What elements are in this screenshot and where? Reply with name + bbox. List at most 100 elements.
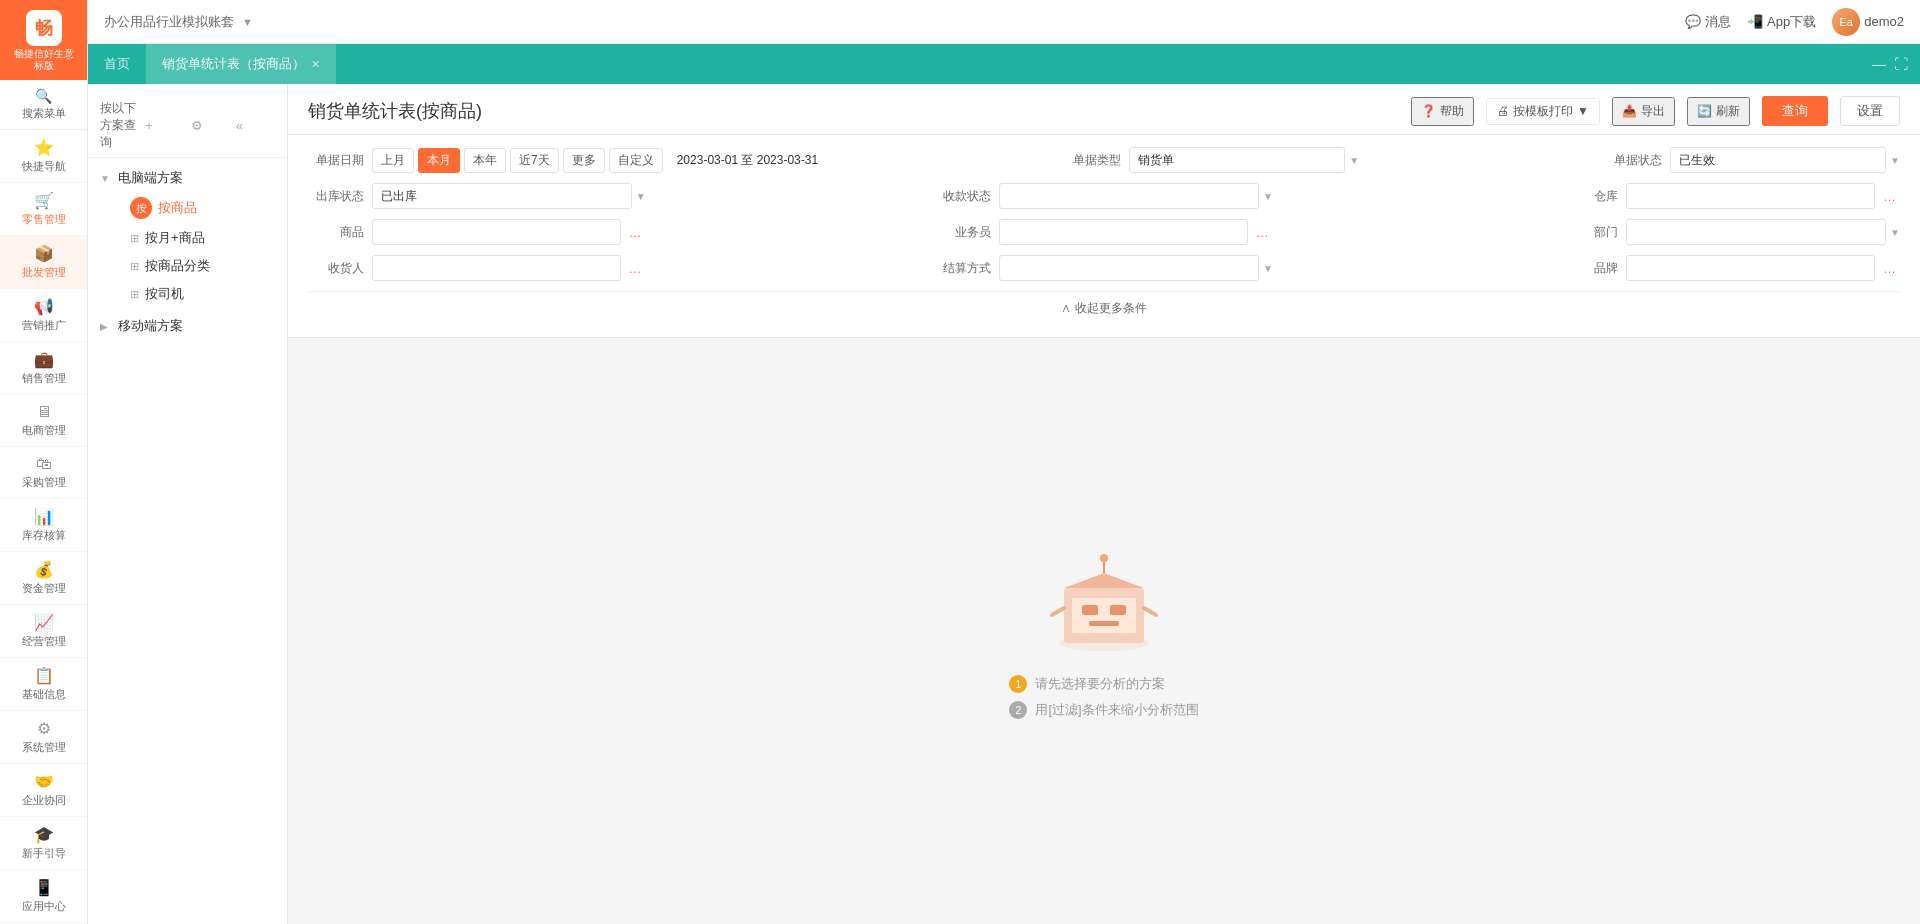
date-btn-lastmonth[interactable]: 上月 (372, 148, 414, 173)
staff-input[interactable] (999, 219, 1248, 245)
print-icon: 🖨 (1497, 104, 1509, 118)
svg-marker-2 (1064, 573, 1144, 588)
sidebar-item-marketing[interactable]: 📢 营销推广 (0, 289, 87, 342)
export-btn[interactable]: 📤 导出 (1612, 97, 1675, 126)
help-btn[interactable]: ❓ 帮助 (1411, 97, 1474, 126)
page-title: 销货单统计表(按商品) (308, 99, 482, 123)
empty-state: 1 请先选择要分析的方案 2 用[过滤]条件来缩小分析范围 (288, 338, 1920, 924)
tab-minimize-icon[interactable]: — (1872, 56, 1886, 72)
date-btn-7days[interactable]: 近7天 (510, 148, 559, 173)
tree-item-by-goods[interactable]: 按 按商品 (88, 192, 287, 224)
add-scheme-icon[interactable]: + (145, 118, 184, 133)
payment-input[interactable] (999, 255, 1259, 281)
dept-input[interactable] (1626, 219, 1886, 245)
sidebar-item-newbie[interactable]: 🎓 新手引导 (0, 817, 87, 870)
industry-label: 办公用品行业模拟账套 (104, 13, 234, 31)
payment-label: 结算方式 (935, 260, 991, 277)
date-btn-thismonth[interactable]: 本月 (418, 148, 460, 173)
industry-dropdown-icon[interactable]: ▼ (242, 16, 253, 28)
page-actions: ❓ 帮助 🖨 按模板打印 ▼ 📤 导出 🔄 刷新 (1411, 96, 1900, 126)
sidebar: 畅 畅捷信好生意 标版 🔍 搜索菜单 ⭐ 快捷导航 🛒 零售管理 📦 批发管理 … (0, 0, 88, 924)
step-num-1: 1 (1009, 675, 1027, 693)
search-menu[interactable]: 🔍 搜索菜单 (0, 80, 87, 130)
topbar-right: 💬 消息 📲 App下载 Ea demo2 (1685, 8, 1904, 36)
doc-status-input[interactable] (1670, 147, 1887, 173)
collapse-panel-icon[interactable]: « (236, 118, 275, 133)
out-status-dropdown-icon[interactable]: ▼ (636, 191, 646, 202)
filter-row-1: 单据日期 上月 本月 本年 近7天 更多 自定义 2023-03-01 至 20… (308, 147, 1900, 173)
date-btn-more[interactable]: 更多 (563, 148, 605, 173)
goods-input[interactable] (372, 219, 621, 245)
sidebar-item-finance[interactable]: 💰 资金管理 (0, 552, 87, 605)
sidebar-item-wholesale[interactable]: 📦 批发管理 (0, 236, 87, 289)
filter-row-2: 出库状态 ▼ 收款状态 ▼ 仓库 … (308, 183, 1900, 209)
out-status-input[interactable] (372, 183, 632, 209)
message-btn[interactable]: 💬 消息 (1685, 13, 1731, 31)
tree-mobile-section[interactable]: ▶ 移动端方案 (88, 312, 287, 340)
settings-btn[interactable]: 设置 (1840, 96, 1900, 126)
topbar: 办公用品行业模拟账套 ▼ 💬 消息 📲 App下载 Ea demo2 (88, 0, 1920, 44)
doc-type-dropdown-icon[interactable]: ▼ (1349, 155, 1359, 166)
app-logo: 畅 畅捷信好生意 标版 (0, 0, 88, 80)
receiver-input[interactable] (372, 255, 621, 281)
sidebar-item-enterprise[interactable]: 🤝 企业协同 (0, 764, 87, 817)
goods-more-icon[interactable]: … (625, 225, 646, 240)
tab-sales-stat[interactable]: 销货单统计表（按商品） ✕ (146, 44, 336, 84)
mobile-section-toggle: ▶ (100, 321, 112, 332)
query-btn[interactable]: 查询 (1762, 96, 1828, 126)
refresh-btn[interactable]: 🔄 刷新 (1687, 97, 1750, 126)
tabbar-actions: — ⛶ (1860, 44, 1920, 84)
doc-status-dropdown-icon[interactable]: ▼ (1890, 155, 1900, 166)
sidebar-item-system[interactable]: ⚙ 系统管理 (0, 711, 87, 764)
tab-home[interactable]: 首页 (88, 44, 146, 84)
filter-area: 单据日期 上月 本月 本年 近7天 更多 自定义 2023-03-01 至 20… (288, 135, 1920, 338)
active-scheme-dot: 按 (130, 197, 152, 219)
left-panel: 按以下方案查询 + ⚙ « ▼ 电脑端方案 按 按商品 ⊞ 按月+商品 (88, 84, 288, 924)
sidebar-item-sales[interactable]: 💼 销售管理 (0, 342, 87, 395)
user-avatar: Ea (1832, 8, 1860, 36)
sidebar-item-ecom[interactable]: 🖥 电商管理 (0, 395, 87, 447)
sidebar-item-basic[interactable]: 📋 基础信息 (0, 658, 87, 711)
sidebar-item-operation[interactable]: 📈 经营管理 (0, 605, 87, 658)
brand-input[interactable] (1626, 255, 1875, 281)
brand-more-icon[interactable]: … (1879, 261, 1900, 276)
doc-type-input[interactable] (1129, 147, 1346, 173)
collect-status-input[interactable] (999, 183, 1259, 209)
tree-item-by-printer[interactable]: ⊞ 按司机 (88, 280, 287, 308)
receiver-more-icon[interactable]: … (625, 261, 646, 276)
payment-dropdown-icon[interactable]: ▼ (1263, 263, 1273, 274)
collect-status-label: 收款状态 (935, 188, 991, 205)
tab-close-icon[interactable]: ✕ (311, 58, 320, 71)
tree-pc-section[interactable]: ▼ 电脑端方案 (88, 164, 287, 192)
sidebar-item-retail[interactable]: 🛒 零售管理 (0, 183, 87, 236)
staff-more-icon[interactable]: … (1252, 225, 1273, 240)
goods-label: 商品 (308, 224, 364, 241)
warehouse-input[interactable] (1626, 183, 1875, 209)
empty-steps: 1 请先选择要分析的方案 2 用[过滤]条件来缩小分析范围 (1009, 675, 1198, 719)
template-print-btn[interactable]: 🖨 按模板打印 ▼ (1486, 98, 1600, 125)
settings-scheme-icon[interactable]: ⚙ (191, 118, 230, 133)
tab-expand-icon[interactable]: ⛶ (1894, 56, 1908, 72)
quick-nav[interactable]: ⭐ 快捷导航 (0, 130, 87, 183)
warehouse-label: 仓库 (1562, 188, 1618, 205)
user-profile-btn[interactable]: Ea demo2 (1832, 8, 1904, 36)
pc-section-toggle: ▼ (100, 173, 112, 184)
refresh-icon: 🔄 (1697, 104, 1712, 118)
right-content: 销货单统计表(按商品) ❓ 帮助 🖨 按模板打印 ▼ 📤 导出 (288, 84, 1920, 924)
warehouse-more-icon[interactable]: … (1879, 189, 1900, 204)
sidebar-item-inventory[interactable]: 📊 库存核算 (0, 499, 87, 552)
message-icon: 💬 (1685, 14, 1701, 29)
doc-type-label: 单据类型 (1065, 152, 1121, 169)
tree-item-by-goods-cat[interactable]: ⊞ 按商品分类 (88, 252, 287, 280)
date-btn-thisyear[interactable]: 本年 (464, 148, 506, 173)
template-dropdown-icon: ▼ (1577, 104, 1589, 118)
dept-dropdown-icon[interactable]: ▼ (1890, 227, 1900, 238)
sidebar-item-purchase[interactable]: 🛍 采购管理 (0, 447, 87, 499)
date-btn-custom[interactable]: 自定义 (609, 148, 663, 173)
collect-status-dropdown-icon[interactable]: ▼ (1263, 191, 1273, 202)
collapse-bar[interactable]: ∧ 收起更多条件 (308, 291, 1900, 325)
tree-item-by-month-goods[interactable]: ⊞ 按月+商品 (88, 224, 287, 252)
brand-label: 品牌 (1562, 260, 1618, 277)
app-download-btn[interactable]: 📲 App下载 (1747, 13, 1816, 31)
sidebar-item-appstore[interactable]: 📱 应用中心 (0, 870, 87, 923)
